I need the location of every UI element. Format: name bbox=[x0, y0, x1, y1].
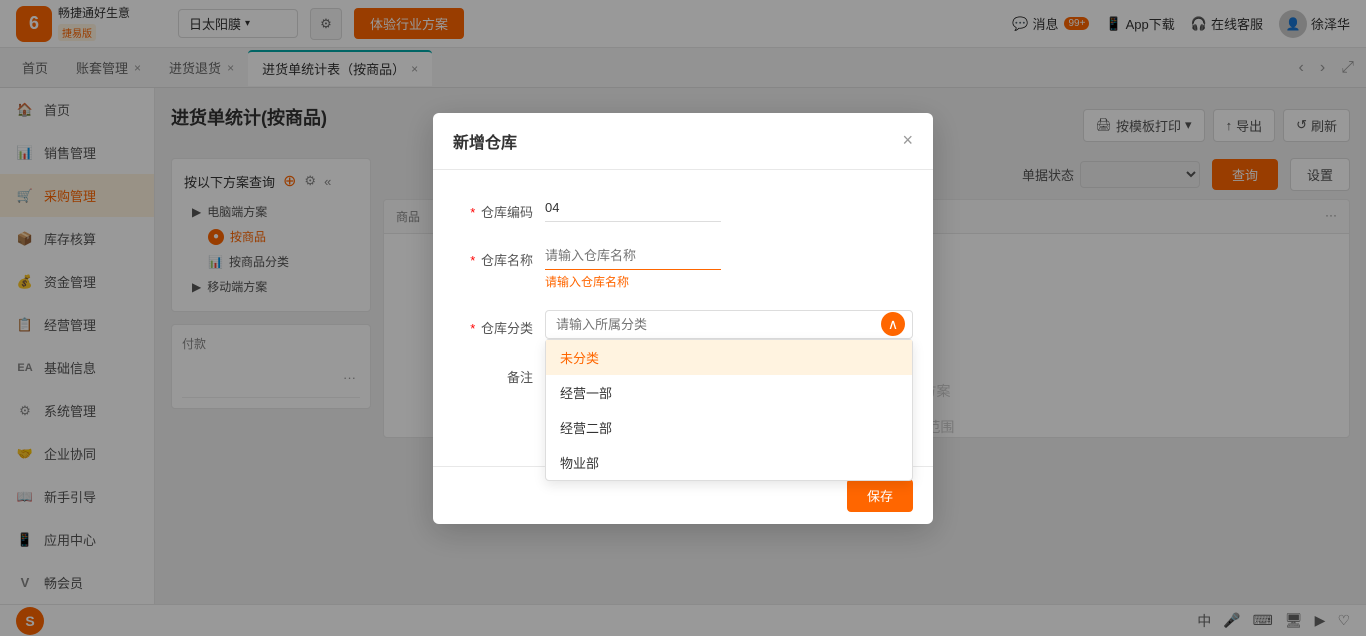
category-label: * 仓库分类 bbox=[453, 310, 533, 337]
modal-close-button[interactable]: × bbox=[902, 130, 913, 151]
name-label: * 仓库名称 bbox=[453, 242, 533, 269]
name-error-msg: 请输入仓库名称 bbox=[545, 273, 913, 290]
option-dept2[interactable]: 经营二部 bbox=[546, 410, 912, 445]
modal-body: * 仓库编码 * 仓库名称 请输入仓库名称 bbox=[433, 170, 933, 466]
required-star2: * bbox=[470, 253, 475, 268]
form-row-name: * 仓库名称 请输入仓库名称 bbox=[453, 242, 913, 290]
category-dropdown-list: 未分类 经营一部 经营二部 物业部 bbox=[545, 339, 913, 481]
code-input[interactable] bbox=[545, 194, 721, 222]
form-row-category: * 仓库分类 ∧ 未分类 经营一部 经营二部 物业部 bbox=[453, 310, 913, 339]
notes-label: 备注 bbox=[453, 359, 533, 386]
form-row-code: * 仓库编码 bbox=[453, 194, 913, 222]
code-label: * 仓库编码 bbox=[453, 194, 533, 221]
new-warehouse-modal: 新增仓库 × * 仓库编码 * 仓库名称 bbox=[433, 113, 933, 524]
save-button[interactable]: 保存 bbox=[847, 479, 913, 512]
category-field-wrap: ∧ 未分类 经营一部 经营二部 物业部 bbox=[545, 310, 913, 339]
option-uncategorized[interactable]: 未分类 bbox=[546, 340, 912, 375]
category-dropdown: ∧ 未分类 经营一部 经营二部 物业部 bbox=[545, 310, 913, 339]
name-input[interactable] bbox=[545, 242, 721, 270]
dropdown-arrow-icon[interactable]: ∧ bbox=[881, 312, 905, 336]
modal-title: 新增仓库 bbox=[453, 129, 517, 153]
name-field-wrap: 请输入仓库名称 bbox=[545, 242, 913, 290]
modal-header: 新增仓库 × bbox=[433, 113, 933, 170]
required-star3: * bbox=[470, 321, 475, 336]
category-input[interactable] bbox=[545, 310, 913, 339]
option-dept1[interactable]: 经营一部 bbox=[546, 375, 912, 410]
option-property[interactable]: 物业部 bbox=[546, 445, 912, 480]
code-field-wrap bbox=[545, 194, 913, 222]
modal-overlay: 新增仓库 × * 仓库编码 * 仓库名称 bbox=[0, 0, 1366, 636]
required-star: * bbox=[470, 205, 475, 220]
